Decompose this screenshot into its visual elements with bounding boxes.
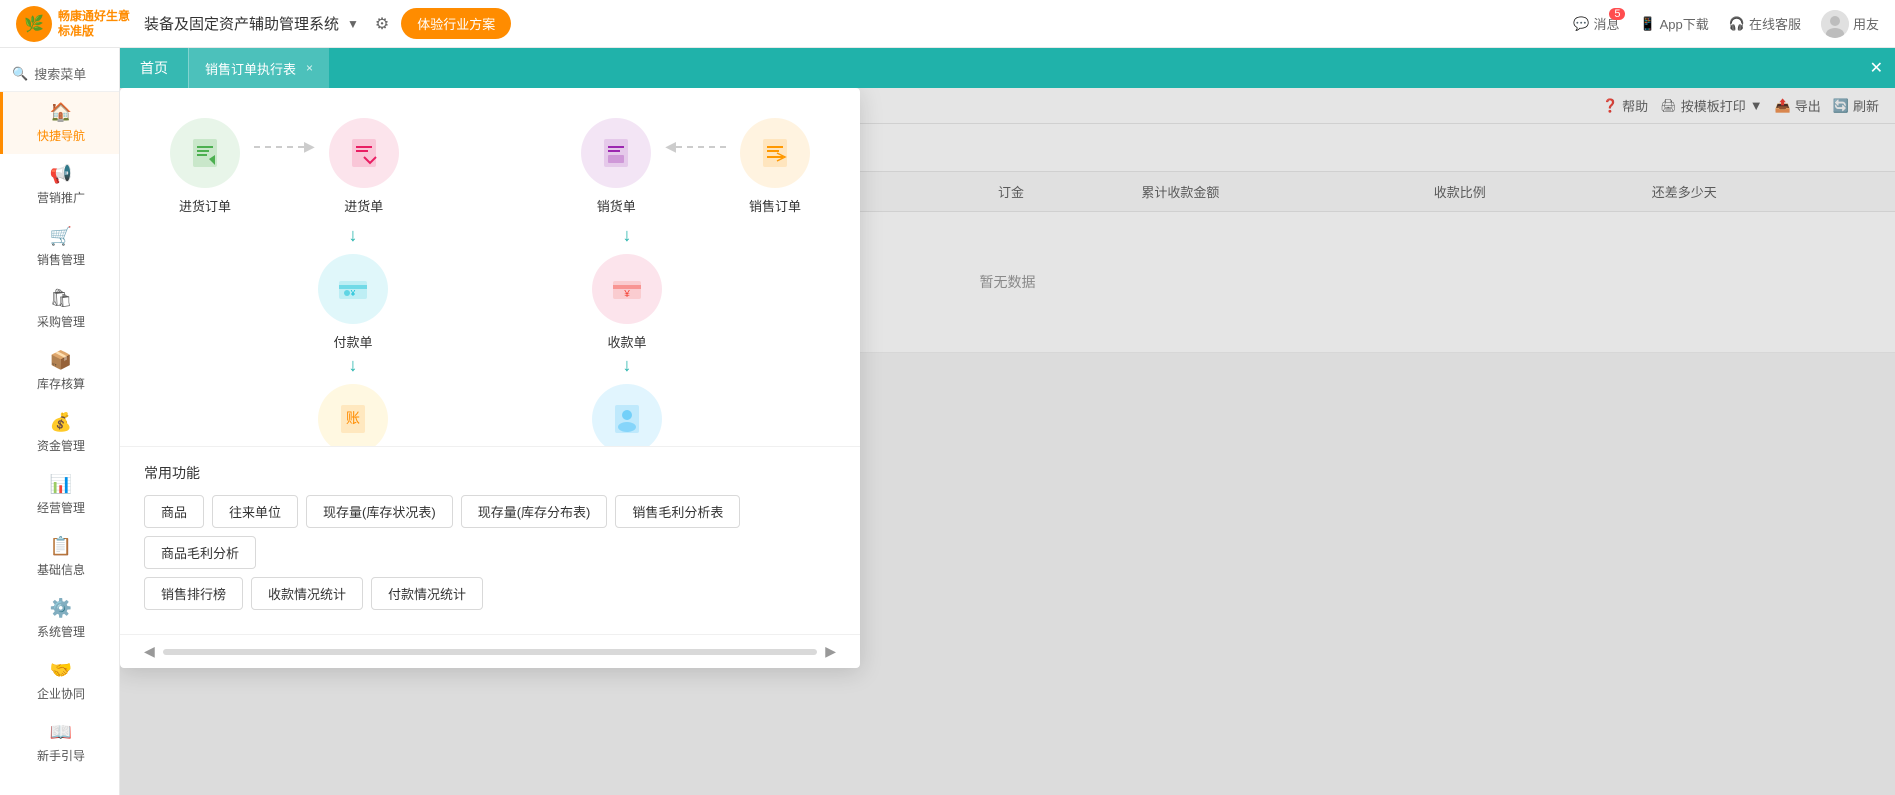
supplier-account-icon: 账 bbox=[318, 384, 388, 446]
sidebar-item-enterprise[interactable]: 🤝 企业协同 bbox=[0, 650, 119, 712]
flow-item-customer-account: 客户账本 bbox=[582, 384, 672, 446]
purchase-icon: 🛍 bbox=[50, 288, 73, 309]
message-item[interactable]: 💬 消息 5 bbox=[1573, 14, 1619, 33]
receipt-bill-icon: ¥ bbox=[592, 254, 662, 324]
content-area: 首页 销售订单执行表 × ✕ ❓ 帮助 🖨 按模板打印 ▼ bbox=[120, 48, 1895, 795]
func-btn-inventory-dist[interactable]: 现存量(库存分布表) bbox=[461, 495, 608, 528]
sidebar-item-inventory[interactable]: 📦 库存核算 bbox=[0, 340, 119, 402]
sidebar-item-guide[interactable]: 📖 新手引导 bbox=[0, 712, 119, 774]
sidebar-item-operation[interactable]: 📊 经营管理 bbox=[0, 464, 119, 526]
flow-item-payment-bill: ¥ 付款单 bbox=[308, 254, 398, 351]
customer-account-icon bbox=[592, 384, 662, 446]
common-functions: 常用功能 商品 往来单位 现存量(库存状况表) 现存量(库存分布表) 销售毛利分… bbox=[120, 446, 860, 634]
function-btns-row1: 商品 往来单位 现存量(库存状况表) 现存量(库存分布表) 销售毛利分析表 商品… bbox=[144, 495, 836, 569]
sidebar-item-basic[interactable]: 📋 基础信息 bbox=[0, 526, 119, 588]
func-btn-contacts[interactable]: 往来单位 bbox=[212, 495, 298, 528]
tab-bar-right: ✕ bbox=[1870, 58, 1895, 78]
modal-box: 进货订单 ▶ 进 bbox=[120, 88, 860, 668]
tab-home[interactable]: 首页 bbox=[120, 48, 188, 88]
tab-close-icon[interactable]: × bbox=[306, 61, 313, 75]
sidebar-item-finance[interactable]: 💰 资金管理 bbox=[0, 402, 119, 464]
service-icon: 🎧 bbox=[1729, 16, 1745, 32]
enterprise-icon: 🤝 bbox=[50, 660, 72, 681]
function-btns-row2: 销售排行榜 收款情况统计 付款情况统计 bbox=[144, 577, 836, 610]
settings-icon[interactable]: ⚙ bbox=[375, 14, 389, 34]
purchase-order-icon bbox=[170, 118, 240, 188]
svg-text:账: 账 bbox=[346, 410, 360, 426]
flow-item-receipt-bill: ¥ 收款单 bbox=[582, 254, 672, 351]
svg-text:¥: ¥ bbox=[623, 289, 630, 300]
main-layout: 🔍 搜索菜单 🏠 快捷导航 📢 营销推广 🛒 销售管理 🛍 采购管理 📦 库存核… bbox=[0, 48, 1895, 795]
message-badge: 5 bbox=[1609, 8, 1625, 20]
flow-item-purchase-bill: 进货单 bbox=[319, 118, 409, 215]
svg-text:¥: ¥ bbox=[350, 289, 356, 298]
func-btn-receipt-stat[interactable]: 收款情况统计 bbox=[251, 577, 363, 610]
func-btn-sales-profit[interactable]: 销售毛利分析表 bbox=[615, 495, 740, 528]
logo-text: 畅康通好生意 标准版 bbox=[58, 9, 130, 38]
func-btn-goods[interactable]: 商品 bbox=[144, 495, 204, 528]
header-right: 💬 消息 5 📱 App下载 🎧 在线客服 用友 bbox=[1573, 10, 1879, 38]
system-icon: ⚙️ bbox=[50, 598, 72, 619]
sidebar: 🔍 搜索菜单 🏠 快捷导航 📢 营销推广 🛒 销售管理 🛍 采购管理 📦 库存核… bbox=[0, 48, 120, 795]
scroll-left-btn[interactable]: ◀ bbox=[144, 643, 155, 660]
online-service-item[interactable]: 🎧 在线客服 bbox=[1729, 14, 1801, 33]
sales-order-icon bbox=[740, 118, 810, 188]
logo-icon: 🌿 bbox=[16, 6, 52, 42]
flow-item-supplier-account: 账 供应商账本 bbox=[308, 384, 398, 446]
common-functions-title: 常用功能 bbox=[144, 463, 836, 483]
purchase-bill-icon bbox=[329, 118, 399, 188]
inventory-icon: 📦 bbox=[50, 350, 72, 371]
func-btn-goods-profit[interactable]: 商品毛利分析 bbox=[144, 536, 256, 569]
flow-item-purchase-order: 进货订单 bbox=[160, 118, 250, 215]
top-header: 🌿 畅康通好生意 标准版 装备及固定资产辅助管理系统 ▼ ⚙ 体验行业方案 💬 … bbox=[0, 0, 1895, 48]
logo-area: 🌿 畅康通好生意 标准版 bbox=[16, 6, 136, 42]
tab-sales-order[interactable]: 销售订单执行表 × bbox=[188, 48, 329, 88]
phone-icon: 📱 bbox=[1639, 16, 1655, 32]
message-icon: 💬 bbox=[1573, 16, 1589, 32]
finance-icon: 💰 bbox=[50, 412, 72, 433]
sidebar-item-marketing[interactable]: 📢 营销推广 bbox=[0, 154, 119, 216]
avatar bbox=[1821, 10, 1849, 38]
sidebar-search[interactable]: 🔍 搜索菜单 bbox=[0, 56, 119, 92]
modal-overlay: 进货订单 ▶ 进 bbox=[120, 88, 1895, 795]
flow-chart: 进货订单 ▶ 进 bbox=[120, 88, 860, 446]
page-content: ❓ 帮助 🖨 按模板打印 ▼ 📤 导出 🔄 刷新 bbox=[120, 88, 1895, 795]
user-avatar-item[interactable]: 用友 bbox=[1821, 10, 1879, 38]
system-dropdown-btn[interactable]: ▼ bbox=[347, 17, 359, 31]
scroll-area: ◀ ▶ bbox=[120, 634, 860, 668]
flow-item-sales-order: 销售订单 bbox=[730, 118, 820, 215]
guide-icon: 📖 bbox=[50, 722, 72, 743]
home-icon: 🏠 bbox=[50, 102, 72, 123]
func-btn-sales-rank[interactable]: 销售排行榜 bbox=[144, 577, 243, 610]
sales-icon: 🛒 bbox=[50, 226, 72, 247]
close-all-button[interactable]: ✕ bbox=[1870, 60, 1883, 77]
basic-icon: 📋 bbox=[50, 536, 72, 557]
sidebar-item-purchase[interactable]: 🛍 采购管理 bbox=[0, 278, 119, 340]
tab-bar: 首页 销售订单执行表 × ✕ bbox=[120, 48, 1895, 88]
search-icon: 🔍 bbox=[12, 66, 28, 82]
trial-button[interactable]: 体验行业方案 bbox=[401, 8, 511, 39]
operation-icon: 📊 bbox=[50, 474, 72, 495]
sales-bill-icon bbox=[581, 118, 651, 188]
app-download-item[interactable]: 📱 App下载 bbox=[1639, 14, 1708, 33]
sidebar-item-quick-nav[interactable]: 🏠 快捷导航 bbox=[0, 92, 119, 154]
func-btn-payment-stat[interactable]: 付款情况统计 bbox=[371, 577, 483, 610]
sidebar-item-system[interactable]: ⚙️ 系统管理 bbox=[0, 588, 119, 650]
sidebar-item-sales[interactable]: 🛒 销售管理 bbox=[0, 216, 119, 278]
scroll-bar[interactable] bbox=[163, 649, 817, 655]
payment-bill-icon: ¥ bbox=[318, 254, 388, 324]
func-btn-inventory-status[interactable]: 现存量(库存状况表) bbox=[306, 495, 453, 528]
system-title: 装备及固定资产辅助管理系统 ▼ ⚙ bbox=[144, 13, 389, 34]
flow-item-sales-bill: 销货单 bbox=[571, 118, 661, 215]
marketing-icon: 📢 bbox=[50, 164, 72, 185]
scroll-right-btn[interactable]: ▶ bbox=[825, 643, 836, 660]
